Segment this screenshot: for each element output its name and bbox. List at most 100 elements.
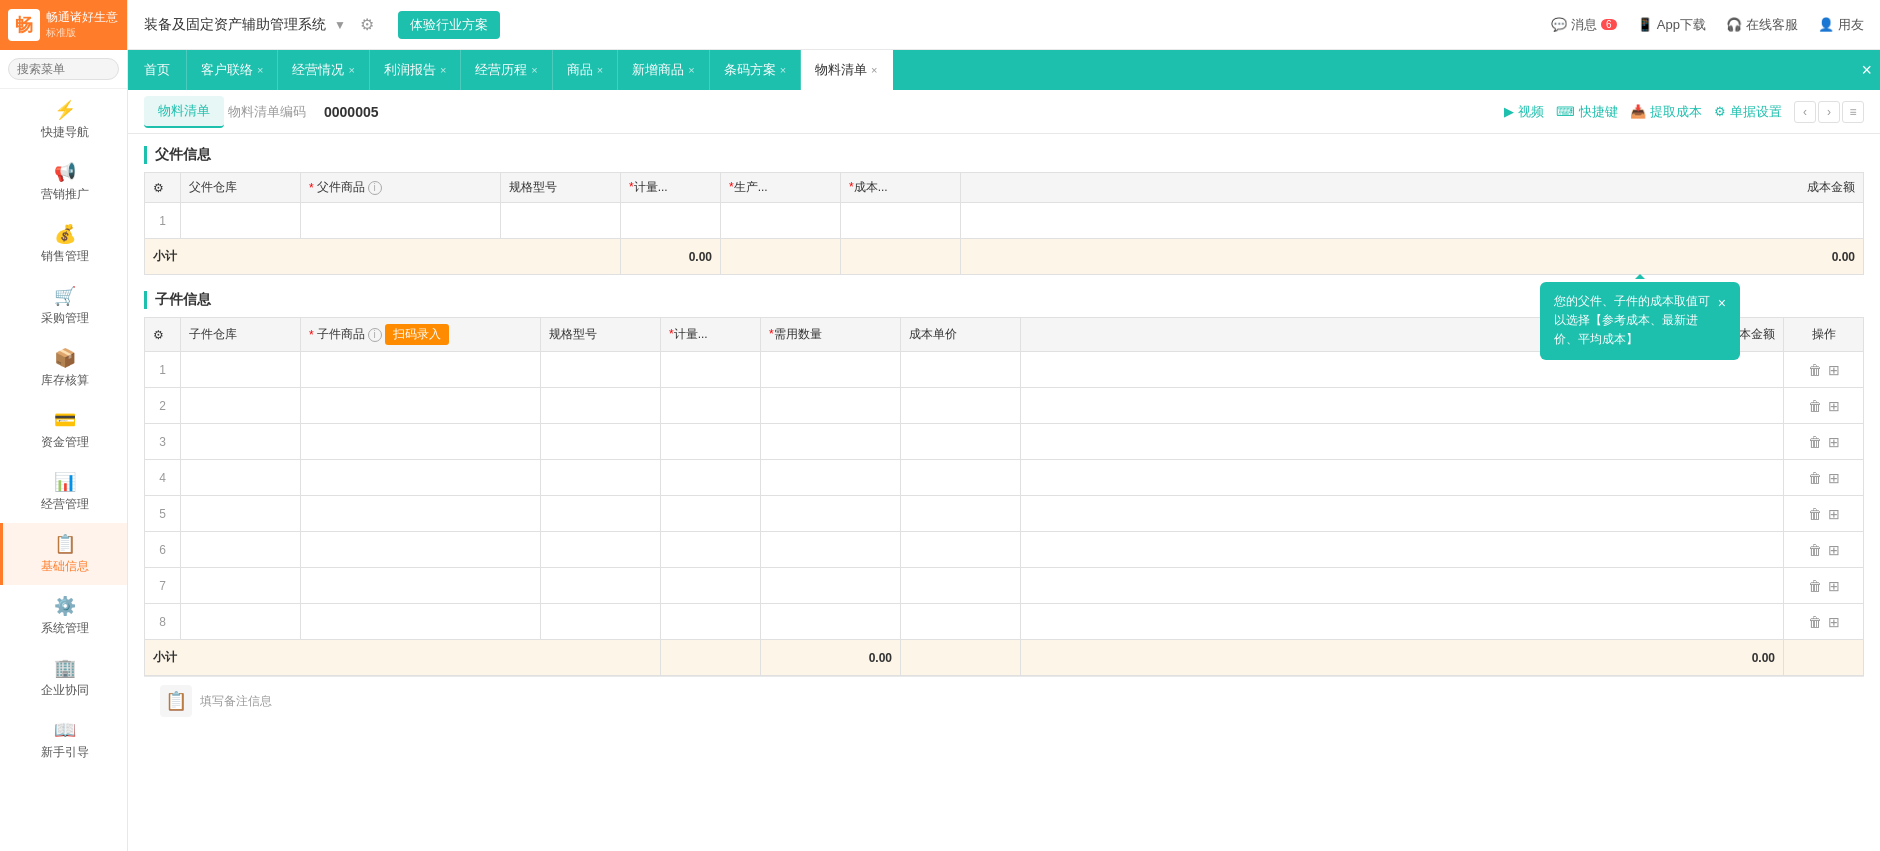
tab-customer-close[interactable]: × bbox=[257, 64, 263, 76]
copy-icon[interactable]: ⊞ bbox=[1828, 398, 1840, 414]
tooltip-close-button[interactable]: × bbox=[1718, 292, 1726, 314]
user-button[interactable]: 👤 用友 bbox=[1818, 16, 1864, 34]
parent-cost-cell[interactable] bbox=[841, 203, 961, 239]
child-goods-cell[interactable] bbox=[301, 388, 541, 424]
tab-barcode[interactable]: 条码方案 × bbox=[710, 50, 801, 90]
sidebar-item-system[interactable]: ⚙️ 系统管理 bbox=[0, 585, 127, 647]
tab-profit[interactable]: 利润报告 × bbox=[370, 50, 461, 90]
video-icon: ▶ bbox=[1504, 104, 1514, 119]
extract-cost-action[interactable]: 📥 提取成本 bbox=[1630, 103, 1702, 121]
delete-icon[interactable]: 🗑 bbox=[1808, 542, 1822, 558]
tab-customer[interactable]: 客户联络 × bbox=[187, 50, 278, 90]
child-warehouse-cell[interactable] bbox=[181, 352, 301, 388]
parent-col-settings[interactable]: ⚙ bbox=[145, 173, 181, 203]
sidebar-item-operations[interactable]: 📊 经营管理 bbox=[0, 461, 127, 523]
delete-icon[interactable]: 🗑 bbox=[1808, 362, 1822, 378]
sidebar-item-guide[interactable]: 📖 新手引导 bbox=[0, 709, 127, 771]
child-col-spec: 规格型号 bbox=[541, 318, 661, 352]
table-row: 2 🗑 bbox=[145, 388, 1864, 424]
logo-text: 畅通诸好生意 bbox=[46, 10, 118, 26]
trial-button[interactable]: 体验行业方案 bbox=[398, 11, 500, 39]
child-unit-cell[interactable] bbox=[661, 352, 761, 388]
child-warehouse-cell[interactable] bbox=[181, 388, 301, 424]
child-spec-cell[interactable] bbox=[541, 388, 661, 424]
parent-spec-cell[interactable] bbox=[501, 203, 621, 239]
copy-icon[interactable]: ⊞ bbox=[1828, 614, 1840, 630]
delete-icon[interactable]: 🗑 bbox=[1808, 398, 1822, 414]
child-cost-unit-price-cell[interactable] bbox=[901, 352, 1021, 388]
copy-icon[interactable]: ⊞ bbox=[1828, 578, 1840, 594]
table-row: 5 🗑⊞ bbox=[145, 496, 1864, 532]
settings-icon[interactable]: ⚙ bbox=[360, 15, 374, 34]
video-action[interactable]: ▶ 视频 bbox=[1504, 103, 1544, 121]
child-goods-info-icon[interactable]: i bbox=[368, 328, 382, 342]
basic-info-icon: 📋 bbox=[54, 533, 76, 555]
sidebar-item-inventory[interactable]: 📦 库存核算 bbox=[0, 337, 127, 399]
copy-icon[interactable]: ⊞ bbox=[1828, 362, 1840, 378]
sidebar-item-sales[interactable]: 💰 销售管理 bbox=[0, 213, 127, 275]
delete-icon[interactable]: 🗑 bbox=[1808, 578, 1822, 594]
tab-goods[interactable]: 商品 × bbox=[553, 50, 618, 90]
tab-history-close[interactable]: × bbox=[531, 64, 537, 76]
child-unit-cell[interactable] bbox=[661, 388, 761, 424]
tab-close-all[interactable]: × bbox=[1861, 60, 1872, 81]
child-cost-unit-price-cell[interactable] bbox=[901, 388, 1021, 424]
tab-operations-close[interactable]: × bbox=[348, 64, 354, 76]
parent-production-cell[interactable] bbox=[721, 203, 841, 239]
nav-menu[interactable]: ≡ bbox=[1842, 101, 1864, 123]
app-download-button[interactable]: 📱 App下载 bbox=[1637, 16, 1706, 34]
sidebar-item-quick-nav[interactable]: ⚡ 快捷导航 bbox=[0, 89, 127, 151]
tab-barcode-close[interactable]: × bbox=[780, 64, 786, 76]
shortcut-action[interactable]: ⌨ 快捷键 bbox=[1556, 103, 1618, 121]
child-subtotal-label: 小计 bbox=[145, 640, 661, 676]
dropdown-icon[interactable]: ▼ bbox=[334, 18, 346, 32]
inventory-icon: 📦 bbox=[54, 347, 76, 369]
parent-warehouse-cell[interactable] bbox=[181, 203, 301, 239]
parent-col-cost: *成本... bbox=[841, 173, 961, 203]
tab-new-goods-close[interactable]: × bbox=[688, 64, 694, 76]
sidebar-item-finance[interactable]: 💳 资金管理 bbox=[0, 399, 127, 461]
child-subtotal-cost-amount: 0.00 bbox=[1021, 640, 1784, 676]
sidebar-item-basic-info[interactable]: 📋 基础信息 bbox=[0, 523, 127, 585]
notes-icon[interactable]: 📋 bbox=[160, 685, 192, 717]
parent-goods-cell[interactable] bbox=[301, 203, 501, 239]
nav-next[interactable]: › bbox=[1818, 101, 1840, 123]
user-icon: 👤 bbox=[1818, 17, 1834, 32]
single-settings-action[interactable]: ⚙ 单据设置 bbox=[1714, 103, 1782, 121]
delete-icon[interactable]: 🗑 bbox=[1808, 614, 1822, 630]
message-button[interactable]: 💬 消息 6 bbox=[1551, 16, 1617, 34]
tab-bom-close[interactable]: × bbox=[871, 64, 877, 76]
child-col-settings[interactable]: ⚙ bbox=[145, 318, 181, 352]
table-row: 1 bbox=[145, 203, 1864, 239]
copy-icon[interactable]: ⊞ bbox=[1828, 470, 1840, 486]
delete-icon[interactable]: 🗑 bbox=[1808, 470, 1822, 486]
child-qty-cell[interactable] bbox=[761, 352, 901, 388]
child-spec-cell[interactable] bbox=[541, 352, 661, 388]
child-goods-cell[interactable] bbox=[301, 352, 541, 388]
marketing-icon: 📢 bbox=[54, 161, 76, 183]
copy-icon[interactable]: ⊞ bbox=[1828, 434, 1840, 450]
sidebar-item-marketing[interactable]: 📢 营销推广 bbox=[0, 151, 127, 213]
tab-home[interactable]: 首页 bbox=[128, 50, 187, 90]
sidebar-item-enterprise[interactable]: 🏢 企业协同 bbox=[0, 647, 127, 709]
nav-prev[interactable]: ‹ bbox=[1794, 101, 1816, 123]
sidebar-item-purchase[interactable]: 🛒 采购管理 bbox=[0, 275, 127, 337]
scan-input-button[interactable]: 扫码录入 bbox=[385, 324, 449, 345]
delete-icon[interactable]: 🗑 bbox=[1808, 434, 1822, 450]
tab-goods-close[interactable]: × bbox=[597, 64, 603, 76]
delete-icon[interactable]: 🗑 bbox=[1808, 506, 1822, 522]
child-qty-cell[interactable] bbox=[761, 388, 901, 424]
search-input[interactable] bbox=[8, 58, 119, 80]
tab-history[interactable]: 经营历程 × bbox=[461, 50, 552, 90]
tab-new-goods[interactable]: 新增商品 × bbox=[618, 50, 709, 90]
copy-icon[interactable]: ⊞ bbox=[1828, 506, 1840, 522]
sub-tabs: 物料清单 物料清单编码 0000005 ▶ 视频 ⌨ 快捷键 📥 提取成本 bbox=[128, 90, 1880, 134]
parent-unit-cell[interactable] bbox=[621, 203, 721, 239]
tab-bom[interactable]: 物料清单 × bbox=[801, 50, 892, 90]
online-service-button[interactable]: 🎧 在线客服 bbox=[1726, 16, 1798, 34]
copy-icon[interactable]: ⊞ bbox=[1828, 542, 1840, 558]
parent-goods-info-icon[interactable]: i bbox=[368, 181, 382, 195]
sub-tab-bom-list[interactable]: 物料清单 bbox=[144, 96, 224, 128]
tab-operations[interactable]: 经营情况 × bbox=[278, 50, 369, 90]
tab-profit-close[interactable]: × bbox=[440, 64, 446, 76]
